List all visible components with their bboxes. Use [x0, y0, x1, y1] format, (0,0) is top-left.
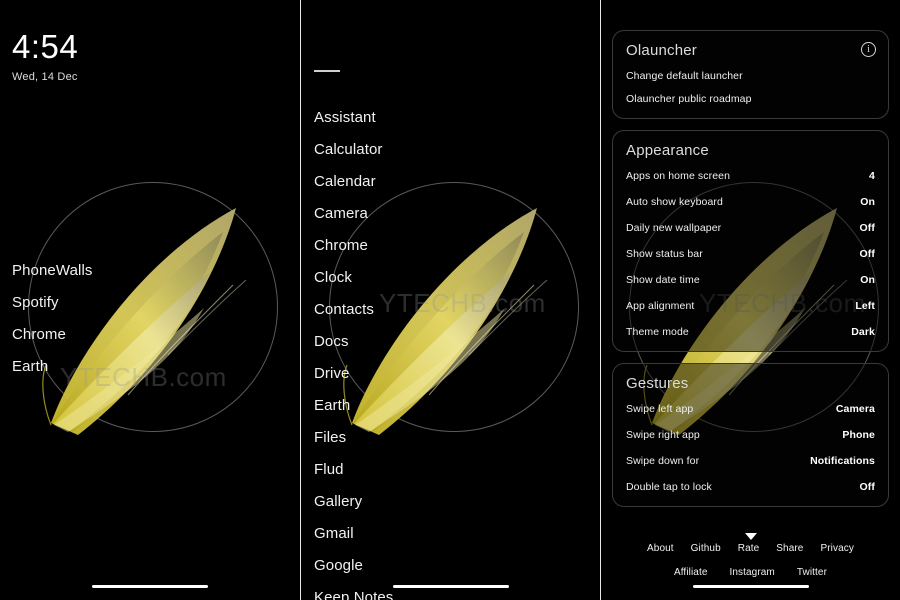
app-drawer-panel: YTECHB.com Assistant Calculator Calendar… [300, 0, 600, 600]
settings-card-olauncher: Olauncher i Change default launcher Olau… [612, 30, 889, 119]
drawer-app-item[interactable]: Gmail [314, 526, 594, 541]
setting-label: Show date time [626, 274, 700, 286]
home-app-item[interactable]: Spotify [12, 295, 92, 310]
drawer-app-item[interactable]: Drive [314, 366, 594, 381]
home-screen-panel: YTECHB.com 4:54 Wed, 14 Dec PhoneWalls S… [0, 0, 300, 600]
setting-row-app-alignment[interactable]: App alignment Left [626, 300, 875, 312]
setting-label: Double tap to lock [626, 481, 712, 493]
drawer-app-item[interactable]: Assistant [314, 110, 594, 125]
setting-row-show-status-bar[interactable]: Show status bar Off [626, 248, 875, 260]
navigation-pill[interactable] [692, 585, 809, 588]
clock-date[interactable]: Wed, 14 Dec [12, 71, 78, 83]
drawer-app-item[interactable]: Gallery [314, 494, 594, 509]
settings-content: Olauncher i Change default launcher Olau… [601, 0, 900, 600]
setting-value: Dark [851, 326, 875, 338]
clock-time[interactable]: 4:54 [12, 30, 78, 63]
setting-row-double-tap-to-lock[interactable]: Double tap to lock Off [626, 481, 875, 493]
footer-link-share[interactable]: Share [776, 543, 803, 554]
footer-links-primary: About Github Rate Share Privacy [601, 543, 900, 554]
card-title: Gestures [626, 375, 689, 392]
footer-links-secondary: Affiliate Instagram Twitter [601, 567, 900, 578]
settings-footer: About Github Rate Share Privacy Affiliat… [601, 533, 900, 578]
setting-label: Auto show keyboard [626, 196, 723, 208]
setting-row-daily-new-wallpaper[interactable]: Daily new wallpaper Off [626, 222, 875, 234]
drawer-app-item[interactable]: Files [314, 430, 594, 445]
footer-link-instagram[interactable]: Instagram [729, 567, 774, 578]
card-title: Olauncher [626, 42, 698, 59]
drawer-app-item[interactable]: Chrome [314, 238, 594, 253]
drawer-app-item[interactable]: Calendar [314, 174, 594, 189]
drawer-app-item[interactable]: Keep Notes [314, 590, 594, 600]
navigation-pill[interactable] [92, 585, 208, 588]
change-default-launcher-link[interactable]: Change default launcher [626, 70, 875, 82]
setting-value: Notifications [810, 455, 875, 467]
setting-label: Daily new wallpaper [626, 222, 722, 234]
setting-label: Show status bar [626, 248, 703, 260]
drawer-app-item[interactable]: Clock [314, 270, 594, 285]
chevron-down-icon[interactable] [744, 533, 757, 540]
setting-row-show-date-time[interactable]: Show date time On [626, 274, 875, 286]
footer-link-about[interactable]: About [647, 543, 674, 554]
setting-row-swipe-right-app[interactable]: Swipe right app Phone [626, 429, 875, 441]
setting-value: Off [859, 248, 875, 260]
clock-widget[interactable]: 4:54 Wed, 14 Dec [12, 30, 78, 83]
drawer-app-item[interactable]: Earth [314, 398, 594, 413]
footer-link-rate[interactable]: Rate [738, 543, 760, 554]
setting-value: Left [855, 300, 875, 312]
setting-label: Swipe right app [626, 429, 700, 441]
setting-value: Off [859, 222, 875, 234]
footer-link-twitter[interactable]: Twitter [797, 567, 827, 578]
drawer-app-item[interactable]: Camera [314, 206, 594, 221]
app-drawer-list: Assistant Calculator Calendar Camera Chr… [314, 110, 594, 600]
setting-value: Phone [842, 429, 875, 441]
footer-link-privacy[interactable]: Privacy [820, 543, 853, 554]
footer-link-affiliate[interactable]: Affiliate [674, 567, 708, 578]
drawer-app-item[interactable]: Calculator [314, 142, 594, 157]
setting-value: On [860, 196, 875, 208]
setting-label: Apps on home screen [626, 170, 731, 182]
info-icon[interactable]: i [861, 42, 876, 57]
setting-value: Off [859, 481, 875, 493]
drawer-app-item[interactable]: Google [314, 558, 594, 573]
settings-card-appearance: Appearance Apps on home screen 4 Auto sh… [612, 130, 889, 352]
setting-label: Swipe down for [626, 455, 700, 467]
public-roadmap-link[interactable]: Olauncher public roadmap [626, 93, 875, 105]
drawer-app-item[interactable]: Docs [314, 334, 594, 349]
home-app-item[interactable]: Chrome [12, 327, 92, 342]
settings-card-gestures: Gestures Swipe left app Camera Swipe rig… [612, 363, 889, 507]
home-app-list: PhoneWalls Spotify Chrome Earth [12, 263, 92, 391]
footer-link-github[interactable]: Github [691, 543, 721, 554]
home-app-item[interactable]: Earth [12, 359, 92, 374]
drawer-app-item[interactable]: Contacts [314, 302, 594, 317]
setting-label: Swipe left app [626, 403, 694, 415]
home-app-item[interactable]: PhoneWalls [12, 263, 92, 278]
setting-value: Camera [835, 403, 875, 415]
card-title: Appearance [626, 142, 709, 159]
setting-row-swipe-left-app[interactable]: Swipe left app Camera [626, 403, 875, 415]
drawer-app-item[interactable]: Flud [314, 462, 594, 477]
setting-row-theme-mode[interactable]: Theme mode Dark [626, 326, 875, 338]
setting-value: On [860, 274, 875, 286]
screenshot-root: YTECHB.com 4:54 Wed, 14 Dec PhoneWalls S… [0, 0, 900, 600]
settings-panel: YTECHB.com Olauncher i Change default la… [600, 0, 900, 600]
setting-label: Theme mode [626, 326, 689, 338]
setting-row-apps-on-home-screen[interactable]: Apps on home screen 4 [626, 170, 875, 182]
setting-row-swipe-down-for[interactable]: Swipe down for Notifications [626, 455, 875, 467]
setting-label: App alignment [626, 300, 695, 312]
navigation-pill[interactable] [392, 585, 509, 588]
setting-value: 4 [869, 170, 875, 182]
drawer-search-input[interactable] [314, 70, 340, 72]
setting-row-auto-show-keyboard[interactable]: Auto show keyboard On [626, 196, 875, 208]
